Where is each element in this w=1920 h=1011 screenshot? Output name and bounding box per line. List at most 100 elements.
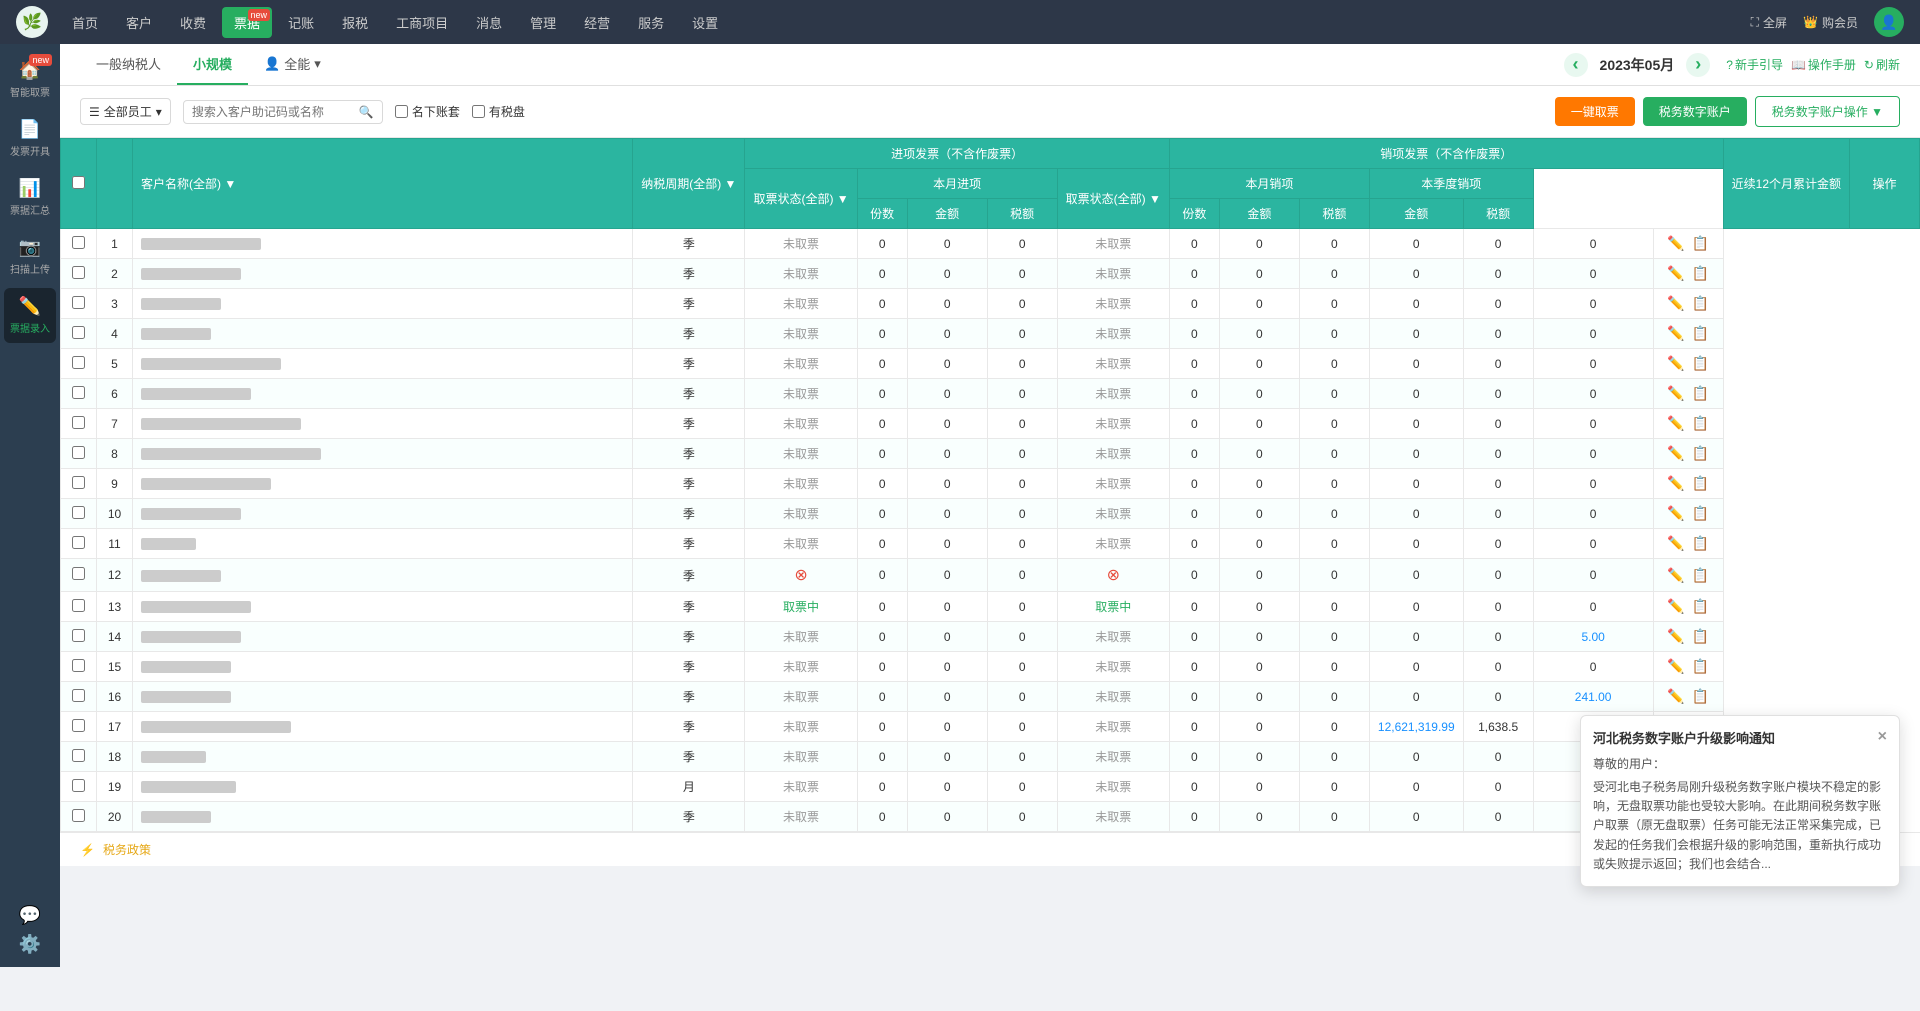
settings-icon[interactable]: ⚙️ bbox=[19, 934, 41, 955]
edit-icon[interactable]: ✏️ bbox=[1667, 385, 1684, 401]
row-checkbox[interactable] bbox=[72, 266, 85, 279]
edit-icon[interactable]: ✏️ bbox=[1667, 415, 1684, 431]
sidebar-item-smart-ticket[interactable]: 🏠 智能取票 new bbox=[4, 52, 56, 107]
copy-icon[interactable]: 📋 bbox=[1692, 688, 1709, 704]
row-client-name[interactable] bbox=[133, 529, 633, 559]
row-checkbox[interactable] bbox=[72, 779, 85, 792]
digital-account-ops-button[interactable]: 税务数字账户操作 ▼ bbox=[1755, 96, 1900, 127]
copy-icon[interactable]: 📋 bbox=[1692, 475, 1709, 491]
edit-icon[interactable]: ✏️ bbox=[1667, 567, 1684, 583]
copy-icon[interactable]: 📋 bbox=[1692, 415, 1709, 431]
nav-invoice[interactable]: 票据 new bbox=[222, 7, 272, 38]
edit-icon[interactable]: ✏️ bbox=[1667, 658, 1684, 674]
row-checkbox[interactable] bbox=[72, 386, 85, 399]
edit-icon[interactable]: ✏️ bbox=[1667, 505, 1684, 521]
row-client-name[interactable] bbox=[133, 379, 633, 409]
row-client-name[interactable] bbox=[133, 652, 633, 682]
row-client-name[interactable] bbox=[133, 259, 633, 289]
row-checkbox[interactable] bbox=[72, 719, 85, 732]
copy-icon[interactable]: 📋 bbox=[1692, 445, 1709, 461]
manual-button[interactable]: 📖 操作手册 bbox=[1791, 56, 1856, 73]
nav-fee[interactable]: 收费 bbox=[168, 7, 218, 38]
edit-icon[interactable]: ✏️ bbox=[1667, 688, 1684, 704]
copy-icon[interactable]: 📋 bbox=[1692, 535, 1709, 551]
row-checkbox[interactable] bbox=[72, 476, 85, 489]
row-client-name[interactable] bbox=[133, 349, 633, 379]
nav-operation[interactable]: 经营 bbox=[572, 7, 622, 38]
policy-label[interactable]: 税务政策 bbox=[103, 841, 151, 858]
sidebar-item-invoice-issue[interactable]: 📄 发票开具 bbox=[4, 111, 56, 166]
row-client-name[interactable] bbox=[133, 469, 633, 499]
select-all-checkbox[interactable] bbox=[72, 176, 85, 189]
employee-filter[interactable]: ☰ 全部员工 ▾ bbox=[80, 98, 171, 125]
edit-icon[interactable]: ✏️ bbox=[1667, 235, 1684, 251]
new-guide-button[interactable]: ? 新手引导 bbox=[1726, 56, 1783, 73]
row-client-name[interactable] bbox=[133, 499, 633, 529]
row-client-name[interactable] bbox=[133, 409, 633, 439]
has-tax-disk-checkbox[interactable] bbox=[472, 105, 485, 118]
digital-account-button[interactable]: 税务数字账户 bbox=[1643, 97, 1747, 126]
row-checkbox[interactable] bbox=[72, 749, 85, 762]
search-input[interactable] bbox=[192, 105, 359, 119]
row-checkbox[interactable] bbox=[72, 659, 85, 672]
user-avatar[interactable]: 👤 bbox=[1874, 7, 1904, 37]
tab-small-scale[interactable]: 小规模 bbox=[177, 44, 248, 85]
nav-home[interactable]: 首页 bbox=[60, 7, 110, 38]
row-checkbox[interactable] bbox=[72, 446, 85, 459]
row-checkbox[interactable] bbox=[72, 506, 85, 519]
nav-message[interactable]: 消息 bbox=[464, 7, 514, 38]
copy-icon[interactable]: 📋 bbox=[1692, 628, 1709, 644]
copy-icon[interactable]: 📋 bbox=[1692, 505, 1709, 521]
row-client-name[interactable] bbox=[133, 772, 633, 802]
copy-icon[interactable]: 📋 bbox=[1692, 567, 1709, 583]
one-click-button[interactable]: 一键取票 bbox=[1555, 97, 1635, 126]
nav-service[interactable]: 服务 bbox=[626, 7, 676, 38]
tab-all[interactable]: 👤 全能 ▾ bbox=[248, 44, 337, 85]
sub-account-checkbox[interactable] bbox=[395, 105, 408, 118]
row-client-name[interactable] bbox=[133, 742, 633, 772]
row-checkbox[interactable] bbox=[72, 689, 85, 702]
edit-icon[interactable]: ✏️ bbox=[1667, 295, 1684, 311]
chat-icon[interactable]: 💬 bbox=[19, 905, 41, 926]
search-box[interactable]: 🔍 bbox=[183, 100, 383, 124]
notification-close-button[interactable]: × bbox=[1878, 728, 1887, 746]
period-prev-button[interactable]: ‹ bbox=[1564, 53, 1588, 77]
row-checkbox[interactable] bbox=[72, 629, 85, 642]
row-checkbox[interactable] bbox=[72, 809, 85, 822]
edit-icon[interactable]: ✏️ bbox=[1667, 535, 1684, 551]
edit-icon[interactable]: ✏️ bbox=[1667, 445, 1684, 461]
header-quota[interactable]: 纳税周期(全部) ▼ bbox=[633, 139, 745, 229]
copy-icon[interactable]: 📋 bbox=[1692, 598, 1709, 614]
row-client-name[interactable] bbox=[133, 439, 633, 469]
row-checkbox[interactable] bbox=[72, 599, 85, 612]
edit-icon[interactable]: ✏️ bbox=[1667, 475, 1684, 491]
nav-manage[interactable]: 管理 bbox=[518, 7, 568, 38]
copy-icon[interactable]: 📋 bbox=[1692, 658, 1709, 674]
row-checkbox[interactable] bbox=[72, 536, 85, 549]
row-checkbox[interactable] bbox=[72, 296, 85, 309]
row-checkbox[interactable] bbox=[72, 356, 85, 369]
row-client-name[interactable] bbox=[133, 559, 633, 592]
row-checkbox[interactable] bbox=[72, 326, 85, 339]
header-in-status[interactable]: 取票状态(全部) ▼ bbox=[745, 169, 857, 229]
row-checkbox[interactable] bbox=[72, 416, 85, 429]
row-client-name[interactable] bbox=[133, 802, 633, 832]
row-client-name[interactable] bbox=[133, 289, 633, 319]
copy-icon[interactable]: 📋 bbox=[1692, 385, 1709, 401]
nav-tax[interactable]: 报税 bbox=[330, 7, 380, 38]
tab-general-taxpayer[interactable]: 一般纳税人 bbox=[80, 44, 177, 85]
fullscreen-button[interactable]: ⛶ 全屏 bbox=[1751, 14, 1787, 31]
has-tax-disk-checkbox-label[interactable]: 有税盘 bbox=[472, 103, 525, 120]
nav-settings[interactable]: 设置 bbox=[680, 7, 730, 38]
sidebar-item-scan-upload[interactable]: 📷 扫描上传 bbox=[4, 229, 56, 284]
copy-icon[interactable]: 📋 bbox=[1692, 325, 1709, 341]
edit-icon[interactable]: ✏️ bbox=[1667, 265, 1684, 281]
row-client-name[interactable] bbox=[133, 622, 633, 652]
period-next-button[interactable]: › bbox=[1686, 53, 1710, 77]
edit-icon[interactable]: ✏️ bbox=[1667, 598, 1684, 614]
refresh-button[interactable]: ↻ 刷新 bbox=[1864, 56, 1900, 73]
sidebar-item-ticket-entry[interactable]: ✏️ 票据录入 bbox=[4, 288, 56, 343]
header-name[interactable]: 客户名称(全部) ▼ bbox=[133, 139, 633, 229]
copy-icon[interactable]: 📋 bbox=[1692, 235, 1709, 251]
row-client-name[interactable] bbox=[133, 592, 633, 622]
